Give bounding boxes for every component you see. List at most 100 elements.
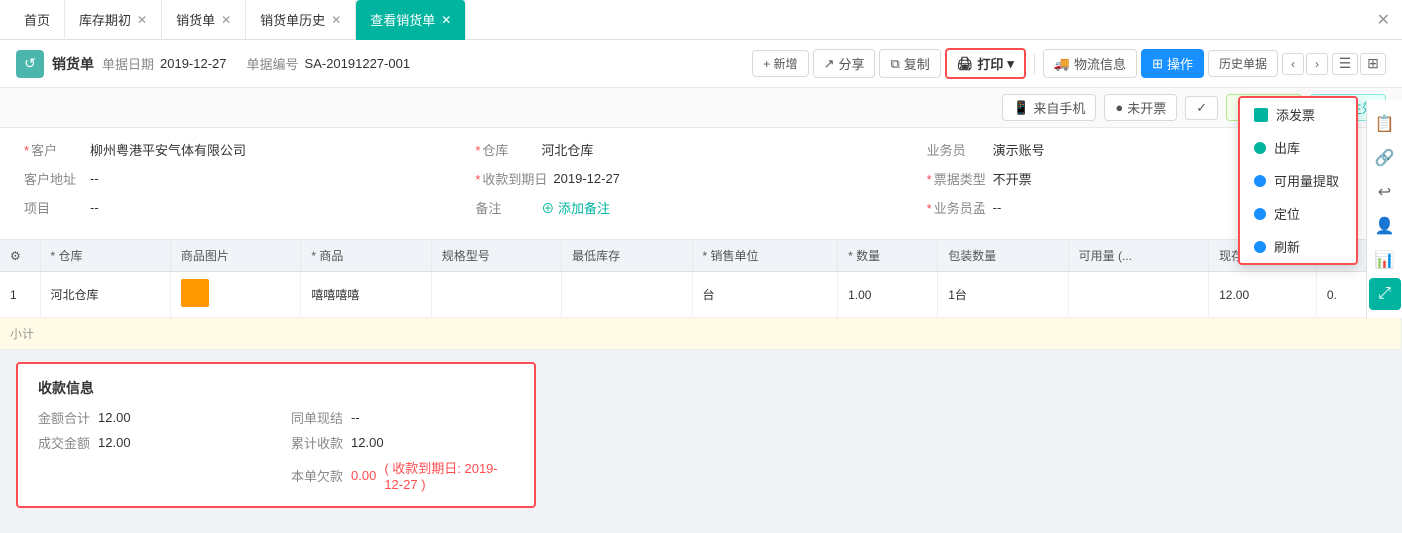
from-phone-button[interactable]: 📱 来自手机 xyxy=(1002,94,1096,121)
operations-button[interactable]: ⊞ 操作 xyxy=(1141,49,1204,78)
check-icon: ✓ xyxy=(1196,100,1207,116)
toolbar: + 新增 ↗ 分享 ⧉ 复制 🖨 打印 ▾ 🚚 物流信息 ⊞ 操作 历史单据 ‹… xyxy=(752,48,1386,79)
row-sales-unit-cell: 台 xyxy=(692,272,838,318)
outbound-item[interactable]: 出库 xyxy=(1240,131,1356,164)
sidebar-user-icon[interactable]: 👤 xyxy=(1369,210,1401,242)
table-wrap: ⚙ * 仓库 商品图片 * 商品 规格型号 最低库存 * 销售单位 * 数量 包… xyxy=(0,240,1402,350)
tab-home[interactable]: 首页 xyxy=(8,0,65,40)
sidebar-back-icon[interactable]: ↩ xyxy=(1369,176,1401,208)
tab-view-sales[interactable]: 查看销货单 ✕ xyxy=(356,0,466,40)
subtotal-label-cell: 小计 xyxy=(0,318,1402,350)
print-icon: 🖨 xyxy=(957,56,974,72)
customer-field: *客户 柳州粤港平安气体有限公司 xyxy=(24,140,475,159)
tab-sales-history[interactable]: 销货单历史 ✕ xyxy=(246,0,356,40)
verify-icon-btn[interactable]: ✓ xyxy=(1185,96,1218,120)
dropdown-arrow-icon: ▾ xyxy=(1007,56,1014,72)
payment-info-box: 收款信息 金额合计 12.00 同单现结 -- 成交金额 12.00 累计收款 … xyxy=(16,362,536,508)
transaction-amount-row: 成交金额 12.00 xyxy=(38,433,261,452)
doc-title-area: ↺ 销货单 单据日期 2019-12-27 单据编号 SA-20191227-0… xyxy=(16,50,736,78)
table-row: 1 河北仓库 嘻嘻嘻嘻 台 1.00 1台 12.00 0. xyxy=(0,272,1402,318)
view-toggle: ☰ ⊞ xyxy=(1332,53,1386,75)
products-table: ⚙ * 仓库 商品图片 * 商品 规格型号 最低库存 * 销售单位 * 数量 包… xyxy=(0,240,1402,350)
doc-number-field: 单据编号 SA-20191227-001 xyxy=(247,54,411,73)
truck-icon: 🚚 xyxy=(1054,56,1070,72)
row-stock-cell: 12.00 xyxy=(1209,272,1317,318)
add-invoice-item[interactable]: 添发票 xyxy=(1240,98,1356,131)
payment-info-grid: 金额合计 12.00 同单现结 -- 成交金额 12.00 累计收款 12.00… xyxy=(38,408,514,492)
new-button[interactable]: + 新增 xyxy=(752,50,808,77)
form-row-1: *客户 柳州粤港平安气体有限公司 *仓库 河北仓库 业务员 演示账号 xyxy=(24,140,1378,159)
logistics-button[interactable]: 🚚 物流信息 xyxy=(1043,49,1137,78)
warehouse-field: *仓库 河北仓库 xyxy=(475,140,926,159)
min-stock-col-header: 最低库存 xyxy=(562,240,692,272)
row-num-cell: 1 xyxy=(0,272,40,318)
tab-inventory-init[interactable]: 库存期初 ✕ xyxy=(65,0,162,40)
doc-header: ↺ 销货单 单据日期 2019-12-27 单据编号 SA-20191227-0… xyxy=(0,40,1402,88)
doc-type-icon: ↺ xyxy=(16,50,44,78)
image-col-header: 商品图片 xyxy=(170,240,300,272)
status-row: 📱 来自手机 ● 未开票 ✓ ✔ 已核销 ✔ 已生效 xyxy=(0,88,1402,128)
qty-icon xyxy=(1254,175,1266,187)
close-tab-inventory[interactable]: ✕ xyxy=(137,13,147,27)
grid-view-button[interactable]: ⊞ xyxy=(1360,53,1386,75)
history-button[interactable]: 历史单据 xyxy=(1208,50,1278,77)
form-area: *客户 柳州粤港平安气体有限公司 *仓库 河北仓库 业务员 演示账号 客户地址 … xyxy=(0,128,1402,240)
same-order-settle-row: 同单现结 -- xyxy=(291,408,514,427)
doc-date-field: 单据日期 2019-12-27 xyxy=(102,54,227,73)
warehouse-col-header: * 仓库 xyxy=(40,240,170,272)
payment-due-field: *收款到期日 2019-12-27 xyxy=(475,169,926,188)
row-image-cell xyxy=(170,272,300,318)
remark-field: 备注 ⊕ 添加备注 xyxy=(475,198,926,217)
row-quantity-cell: 1.00 xyxy=(838,272,938,318)
cumulative-payment-row: 累计收款 12.00 xyxy=(291,433,514,452)
nav-arrows: ‹ › xyxy=(1282,53,1328,75)
tab-sales-order[interactable]: 销货单 ✕ xyxy=(162,0,246,40)
locate-item[interactable]: 定位 xyxy=(1240,197,1356,230)
row-warehouse-cell: 河北仓库 xyxy=(40,272,170,318)
row-available-cell xyxy=(1068,272,1208,318)
spec-col-header: 规格型号 xyxy=(431,240,561,272)
outbound-icon xyxy=(1254,142,1266,154)
phone-icon: 📱 xyxy=(1013,100,1029,116)
tab-bar: 首页 库存期初 ✕ 销货单 ✕ 销货单历史 ✕ 查看销货单 ✕ ✕ xyxy=(0,0,1402,40)
close-tab-sales[interactable]: ✕ xyxy=(221,13,231,27)
sidebar-link-icon[interactable]: 🔗 xyxy=(1369,142,1401,174)
form-row-3: 项目 -- 备注 ⊕ 添加备注 *业务员孟 -- xyxy=(24,198,1378,217)
invoice-status-button[interactable]: ● 未开票 xyxy=(1104,94,1177,121)
toolbar-separator xyxy=(1034,54,1035,74)
close-tab-history[interactable]: ✕ xyxy=(331,13,341,27)
sales-unit-col-header: * 销售单位 xyxy=(692,240,838,272)
prev-record-button[interactable]: ‹ xyxy=(1282,53,1304,75)
total-amount-row: 金额合计 12.00 xyxy=(38,408,261,427)
print-button[interactable]: 🖨 打印 ▾ xyxy=(945,48,1026,79)
window-close-button[interactable]: ✕ xyxy=(1377,10,1390,30)
next-record-button[interactable]: › xyxy=(1306,53,1328,75)
available-qty-item[interactable]: 可用量提取 xyxy=(1240,164,1356,197)
product-thumbnail xyxy=(181,279,209,307)
refresh-icon xyxy=(1254,241,1266,253)
operations-dropdown: 添发票 出库 可用量提取 定位 刷新 xyxy=(1238,96,1358,265)
sidebar-doc-icon[interactable]: 📋 xyxy=(1369,108,1401,140)
refresh-item[interactable]: 刷新 xyxy=(1240,230,1356,263)
close-tab-view[interactable]: ✕ xyxy=(441,13,451,27)
row-spec-cell xyxy=(431,272,561,318)
table-header-row: ⚙ * 仓库 商品图片 * 商品 规格型号 最低库存 * 销售单位 * 数量 包… xyxy=(0,240,1402,272)
sidebar-chart-icon[interactable]: 📊 xyxy=(1369,244,1401,276)
row-product-cell: 嘻嘻嘻嘻 xyxy=(301,272,431,318)
list-view-button[interactable]: ☰ xyxy=(1332,53,1358,75)
pack-qty-col-header: 包装数量 xyxy=(938,240,1068,272)
doc-meta: 单据日期 2019-12-27 单据编号 SA-20191227-001 xyxy=(102,54,410,73)
add-remark-button[interactable]: ⊕ 添加备注 xyxy=(541,198,926,217)
subtotal-row: 小计 xyxy=(0,318,1402,350)
share-button[interactable]: ↗ 分享 xyxy=(813,49,876,78)
circle-icon: ● xyxy=(1115,100,1123,115)
settings-col-header: ⚙ xyxy=(0,240,40,272)
sidebar-expand-icon[interactable]: ⤢ xyxy=(1369,278,1401,310)
grid-icon: ⊞ xyxy=(1152,56,1163,72)
project-field: 项目 -- xyxy=(24,198,475,217)
product-col-header: * 商品 xyxy=(301,240,431,272)
doc-type-label: 销货单 xyxy=(52,54,94,74)
copy-button[interactable]: ⧉ 复制 xyxy=(879,49,940,78)
invoice-icon xyxy=(1254,108,1268,122)
locate-icon xyxy=(1254,208,1266,220)
